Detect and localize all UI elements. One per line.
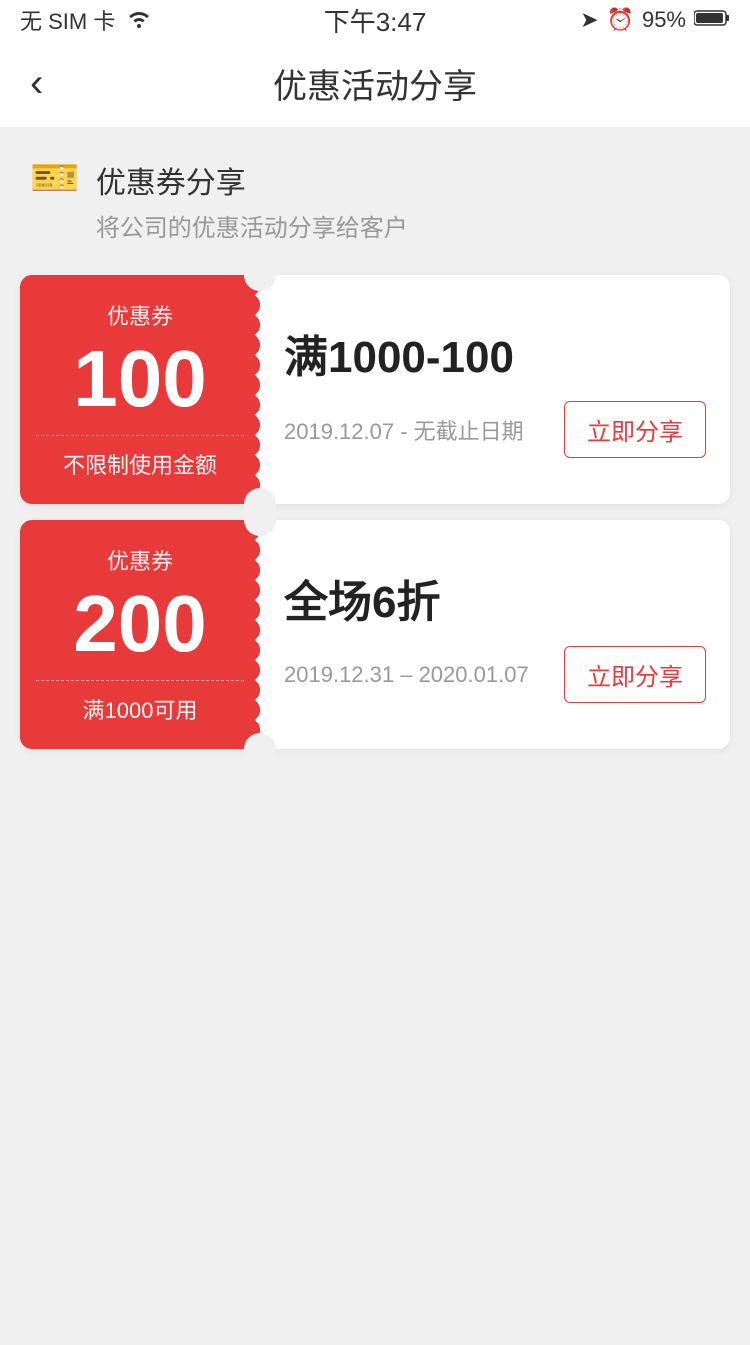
empty-area: [0, 795, 750, 1345]
coupon-list: 优惠券 100 不限制使用金额 满1000-100 2019.12.07 - 无…: [0, 275, 750, 795]
coupon-divider-2: [36, 680, 244, 681]
coupon-value-2: 200: [73, 584, 206, 664]
coupon-notch-top-2: [244, 504, 276, 536]
back-button[interactable]: ‹: [30, 61, 43, 106]
coupon-notch-top-1: [244, 259, 276, 291]
nav-bar: ‹ 优惠活动分享: [0, 40, 750, 128]
coupon-right-1: 满1000-100 2019.12.07 - 无截止日期 立即分享: [260, 275, 730, 504]
coupon-meta-1: 2019.12.07 - 无截止日期 立即分享: [284, 401, 706, 458]
coupon-condition-2: 满1000可用: [83, 693, 198, 725]
coupon-notch-bottom-2: [244, 733, 276, 765]
coupon-name-2: 全场6折: [284, 566, 706, 630]
section-text: 优惠券分享 将公司的优惠活动分享给客户: [96, 158, 408, 243]
section-title: 优惠券分享: [96, 158, 408, 202]
coupon-date-2: 2019.12.31 – 2020.01.07: [284, 662, 529, 688]
coupon-type-2: 优惠券: [107, 544, 173, 576]
coupon-card-1: 优惠券 100 不限制使用金额 满1000-100 2019.12.07 - 无…: [20, 275, 730, 504]
coupon-card-2: 优惠券 200 满1000可用 全场6折 2019.12.31 – 2020.0…: [20, 520, 730, 749]
coupon-type-1: 优惠券: [107, 299, 173, 331]
section-icon: 🎫: [30, 158, 80, 198]
coupon-meta-2: 2019.12.31 – 2020.01.07 立即分享: [284, 646, 706, 703]
coupon-share-button-1[interactable]: 立即分享: [564, 401, 706, 458]
status-left: 无 SIM 卡: [20, 4, 153, 36]
coupon-right-2: 全场6折 2019.12.31 – 2020.01.07 立即分享: [260, 520, 730, 749]
battery-icon: [694, 7, 730, 33]
wifi-icon: [125, 6, 153, 34]
status-bar: 无 SIM 卡 下午3:47 ➤ ⏰ 95%: [0, 0, 750, 40]
coupon-left-2: 优惠券 200 满1000可用: [20, 520, 260, 749]
coupon-condition-1: 不限制使用金额: [63, 448, 217, 480]
status-right: ➤ ⏰ 95%: [580, 7, 730, 33]
coupon-date-1: 2019.12.07 - 无截止日期: [284, 414, 524, 446]
location-icon: ➤: [580, 7, 598, 33]
alarm-icon: ⏰: [607, 7, 634, 33]
coupon-share-button-2[interactable]: 立即分享: [564, 646, 706, 703]
page-title: 优惠活动分享: [273, 59, 477, 108]
coupon-value-1: 100: [73, 339, 206, 419]
section-header: 🎫 优惠券分享 将公司的优惠活动分享给客户: [0, 128, 750, 259]
coupon-name-1: 满1000-100: [284, 321, 706, 385]
carrier-text: 无 SIM 卡: [20, 4, 115, 36]
status-time: 下午3:47: [324, 2, 427, 39]
back-icon: ‹: [30, 61, 43, 106]
coupon-left-1: 优惠券 100 不限制使用金额: [20, 275, 260, 504]
section-subtitle: 将公司的优惠活动分享给客户: [96, 208, 408, 243]
battery-percentage: 95%: [642, 7, 686, 33]
coupon-divider-1: [36, 435, 244, 436]
